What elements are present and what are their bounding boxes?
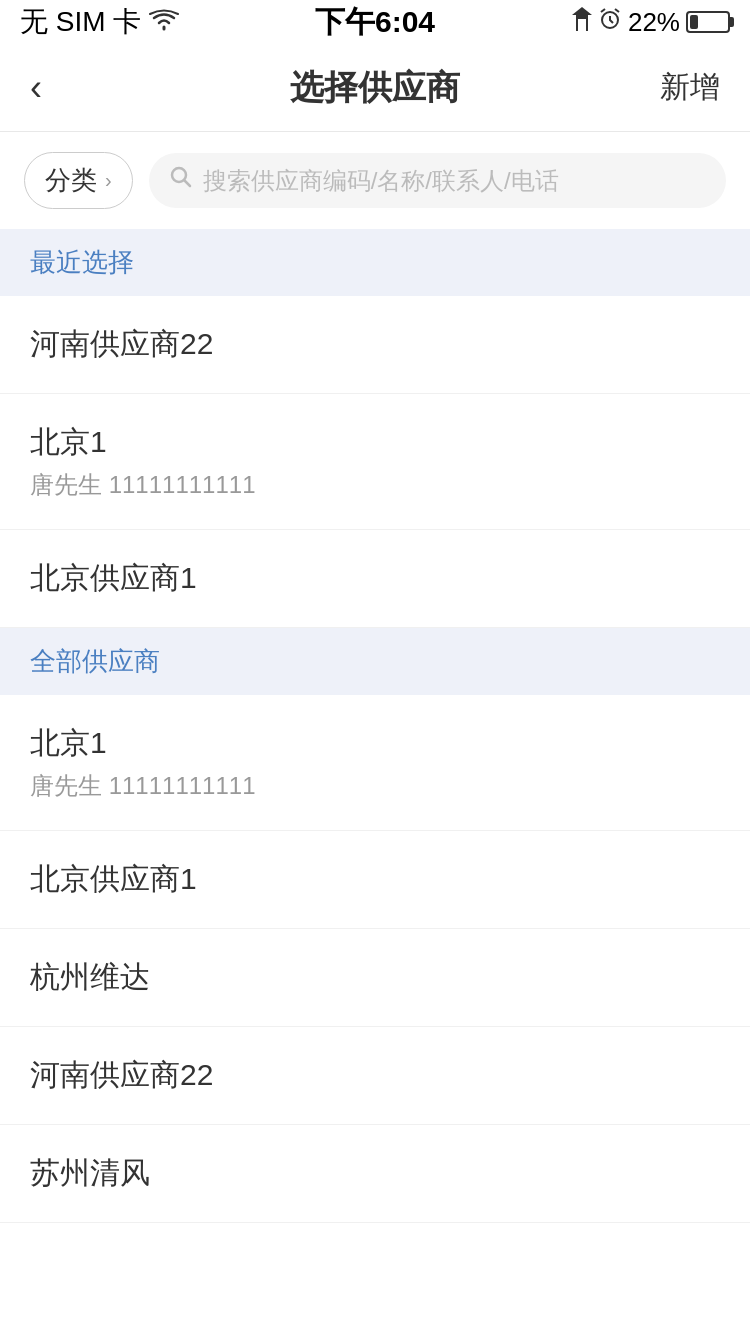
back-button[interactable]: ‹ <box>30 67 90 109</box>
list-item[interactable]: 北京供应商1 <box>0 831 750 929</box>
list-item[interactable]: 河南供应商22 <box>0 1027 750 1125</box>
all-section-label: 全部供应商 <box>30 646 160 676</box>
status-left: 无 SIM 卡 <box>20 3 179 41</box>
carrier-label: 无 SIM 卡 <box>20 3 141 41</box>
list-item[interactable]: 杭州维达 <box>0 929 750 1027</box>
list-item[interactable]: 北京1 唐先生 11111111111 <box>0 394 750 530</box>
battery-icon <box>686 11 730 33</box>
item-name: 北京1 <box>30 422 720 463</box>
item-name: 北京1 <box>30 723 720 764</box>
all-items-list: 北京1 唐先生 11111111111 北京供应商1 杭州维达 河南供应商22 … <box>0 695 750 1223</box>
status-time: 下午6:04 <box>315 2 435 43</box>
chevron-right-icon: › <box>105 169 112 192</box>
add-button[interactable]: 新增 <box>660 67 720 108</box>
alarm-icon <box>598 7 622 38</box>
wifi-icon <box>149 6 179 38</box>
list-item[interactable]: 河南供应商22 <box>0 296 750 394</box>
search-icon <box>169 165 193 196</box>
status-right: 22% <box>572 7 730 38</box>
location-icon <box>572 7 592 38</box>
list-item[interactable]: 北京1 唐先生 11111111111 <box>0 695 750 831</box>
battery-percent: 22% <box>628 7 680 38</box>
item-name: 杭州维达 <box>30 957 720 998</box>
recent-items-list: 河南供应商22 北京1 唐先生 11111111111 北京供应商1 <box>0 296 750 628</box>
item-name: 北京供应商1 <box>30 558 720 599</box>
list-item[interactable]: 北京供应商1 <box>0 530 750 628</box>
item-name: 苏州清风 <box>30 1153 720 1194</box>
search-input[interactable] <box>203 167 706 195</box>
status-bar: 无 SIM 卡 下午6:04 22% <box>0 0 750 44</box>
page-title: 选择供应商 <box>290 65 460 111</box>
item-name: 北京供应商1 <box>30 859 720 900</box>
list-item[interactable]: 苏州清风 <box>0 1125 750 1223</box>
recent-section-label: 最近选择 <box>30 247 134 277</box>
search-box <box>149 153 726 208</box>
item-name: 河南供应商22 <box>30 324 720 365</box>
item-name: 河南供应商22 <box>30 1055 720 1096</box>
all-section-header: 全部供应商 <box>0 628 750 695</box>
filter-bar: 分类 › <box>0 132 750 229</box>
category-label: 分类 <box>45 163 97 198</box>
nav-bar: ‹ 选择供应商 新增 <box>0 44 750 132</box>
category-filter[interactable]: 分类 › <box>24 152 133 209</box>
recent-section-header: 最近选择 <box>0 229 750 296</box>
item-detail: 唐先生 11111111111 <box>30 469 720 501</box>
item-detail: 唐先生 11111111111 <box>30 770 720 802</box>
